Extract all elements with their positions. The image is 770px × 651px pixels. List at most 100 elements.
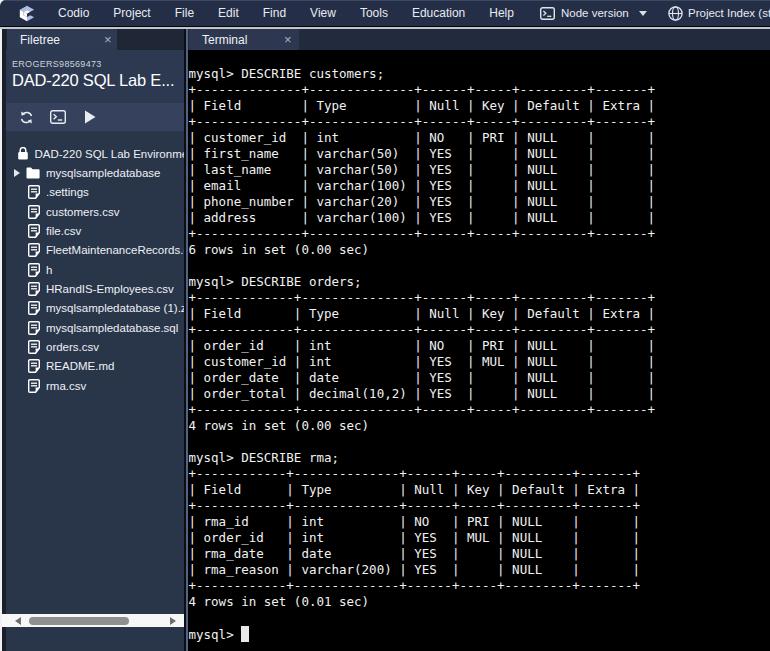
horizontal-scrollbar[interactable] [2, 614, 184, 627]
tree-item-file[interactable]: customers.csv [6, 202, 184, 221]
terminal-line: 6 rows in set (0.00 sec) [189, 242, 770, 258]
tree-item-file[interactable]: FleetMaintenanceRecords.cs [6, 241, 184, 260]
username-label: EROGERS98569473 [12, 59, 184, 70]
refresh-button[interactable] [12, 103, 40, 131]
terminal-line: | phone_number | varchar(20) | YES | | N… [189, 194, 770, 210]
file-icon [28, 340, 40, 354]
tree-item-file[interactable]: mysqlsampledatabase.sql [6, 318, 184, 337]
terminal-line: +------------+--------------+------+----… [189, 578, 770, 594]
tree-item-file[interactable]: rma.csv [6, 376, 184, 395]
terminal-line: | first_name | varchar(50) | YES | | NUL… [189, 146, 770, 162]
folder-icon [26, 167, 40, 179]
tree-item-file[interactable]: .settings [6, 183, 184, 202]
file-icon [28, 282, 40, 296]
terminal-line: | rma_reason | varchar(200) | YES | | NU… [189, 562, 770, 578]
menu-bar: CodioProjectFileEditFindViewToolsEducati… [0, 0, 770, 26]
play-icon [84, 110, 96, 124]
tree-item-folder[interactable]: mysqlsampledatabase [6, 163, 184, 182]
close-icon[interactable]: × [104, 33, 112, 46]
file-icon [28, 321, 40, 335]
terminal-box-icon [50, 110, 66, 124]
tab-filetree-label: Filetree [20, 33, 60, 47]
terminal-line: +-------------+---------------+------+--… [189, 290, 770, 306]
tree-item-label: mysqlsampledatabase (1).zip [46, 302, 184, 314]
file-icon [28, 224, 40, 238]
tree-item-file[interactable]: orders.csv [6, 337, 184, 356]
caret-down-icon [639, 11, 647, 16]
tree-item-label: customers.csv [46, 206, 120, 218]
sidebar-header: EROGERS98569473 DAD-220 SQL Lab E... [6, 50, 184, 103]
scrollbar-thumb[interactable] [29, 617, 129, 625]
lock-icon [18, 147, 28, 160]
file-icon [28, 379, 40, 393]
tree-item-list: mysqlsampledatabase .settings customers.… [6, 163, 184, 395]
terminal-line: +--------------+--------------+------+--… [189, 82, 770, 98]
tree-item-label: mysqlsampledatabase.sql [46, 322, 178, 334]
tree-item-file[interactable]: file.csv [6, 221, 184, 240]
terminal-pane[interactable]: mysql> DESCRIBE customers;+-------------… [188, 50, 770, 651]
terminal-line: mysql> [189, 626, 770, 642]
terminal-line: | Field | Type | Null | Key | Default | … [189, 98, 770, 114]
terminal-line [189, 434, 770, 450]
terminal-line: | rma_date | date | YES | | NULL | | [189, 546, 770, 562]
terminal-line: mysql> DESCRIBE customers; [189, 66, 770, 82]
terminal-line: | order_date | date | YES | | NULL | | [189, 370, 770, 386]
terminal-line [189, 610, 770, 626]
open-terminal-button[interactable] [44, 103, 72, 131]
tree-root-label: DAD-220 SQL Lab Environment [35, 148, 185, 160]
tree-item-file[interactable]: mysqlsampledatabase (1).zip [6, 299, 184, 318]
scroll-right-arrow-icon[interactable] [170, 617, 176, 625]
tree-item-label: FleetMaintenanceRecords.cs [46, 244, 184, 256]
node-version-selector[interactable]: Node version [540, 0, 647, 26]
terminal-line: mysql> DESCRIBE rma; [189, 450, 770, 466]
project-index-button[interactable]: Project Index (sta [668, 0, 770, 26]
terminal-line: | email | varchar(100) | YES | | NULL | … [189, 178, 770, 194]
menubar-right: Node version Project Index (sta [0, 0, 770, 26]
sidebar-tab-bar: Filetree × [6, 29, 184, 50]
terminal-line: | order_total | decimal(10,2) | YES | | … [189, 386, 770, 402]
terminal-line: | Field | Type | Null | Key | Default | … [189, 306, 770, 322]
terminal-line: mysql> DESCRIBE orders; [189, 274, 770, 290]
terminal-cursor [241, 626, 249, 642]
tab-filetree[interactable]: Filetree × [7, 29, 117, 50]
terminal-line: | last_name | varchar(50) | YES | | NULL… [189, 162, 770, 178]
close-icon[interactable]: × [284, 33, 292, 46]
project-title: DAD-220 SQL Lab E... [12, 71, 184, 90]
codio-ide: CodioProjectFileEditFindViewToolsEducati… [0, 0, 770, 651]
tree-item-label: file.csv [46, 225, 81, 237]
terminal-line: | customer_id | int | YES | MUL | NULL |… [189, 354, 770, 370]
tree-root[interactable]: DAD-220 SQL Lab Environment [6, 144, 184, 163]
file-tree: DAD-220 SQL Lab Environment mysqlsampled… [6, 131, 184, 651]
sidebar: EROGERS98569473 DAD-220 SQL Lab E... [6, 50, 184, 651]
globe-icon [668, 6, 683, 21]
node-version-label: Node version [561, 7, 629, 19]
terminal-line: | order_id | int | YES | MUL | NULL | | [189, 530, 770, 546]
terminal-line: +--------------+--------------+------+--… [189, 114, 770, 130]
terminal-line: +------------+--------------+------+----… [189, 466, 770, 482]
chevron-right-icon[interactable] [14, 169, 20, 177]
tree-item-file[interactable]: h [6, 260, 184, 279]
terminal-line: +------------+--------------+------+----… [189, 498, 770, 514]
terminal-line: | order_id | int | NO | PRI | NULL | | [189, 338, 770, 354]
tree-item-file[interactable]: HRandIS-Employees.csv [6, 279, 184, 298]
terminal-box-icon [540, 7, 555, 20]
run-button[interactable] [76, 103, 104, 131]
terminal-tab-bar: Terminal × [187, 29, 770, 50]
tree-item-file[interactable]: README.md [6, 357, 184, 376]
tree-item-label: README.md [46, 360, 114, 372]
terminal-line [189, 258, 770, 274]
terminal-line: | Field | Type | Null | Key | Default | … [189, 482, 770, 498]
tree-item-label: orders.csv [46, 341, 99, 353]
file-icon [28, 185, 40, 199]
file-icon [28, 205, 40, 219]
tree-item-label: rma.csv [46, 380, 86, 392]
terminal-line: | customer_id | int | NO | PRI | NULL | … [189, 130, 770, 146]
refresh-icon [19, 110, 34, 125]
scroll-left-arrow-icon[interactable] [15, 617, 21, 625]
terminal-line: 4 rows in set (0.00 sec) [189, 418, 770, 434]
tab-terminal[interactable]: Terminal × [189, 29, 299, 50]
terminal-line: +--------------+--------------+------+--… [189, 226, 770, 242]
project-index-label: Project Index (sta [688, 7, 770, 19]
file-icon [28, 359, 40, 373]
terminal-line: | rma_id | int | NO | PRI | NULL | | [189, 514, 770, 530]
